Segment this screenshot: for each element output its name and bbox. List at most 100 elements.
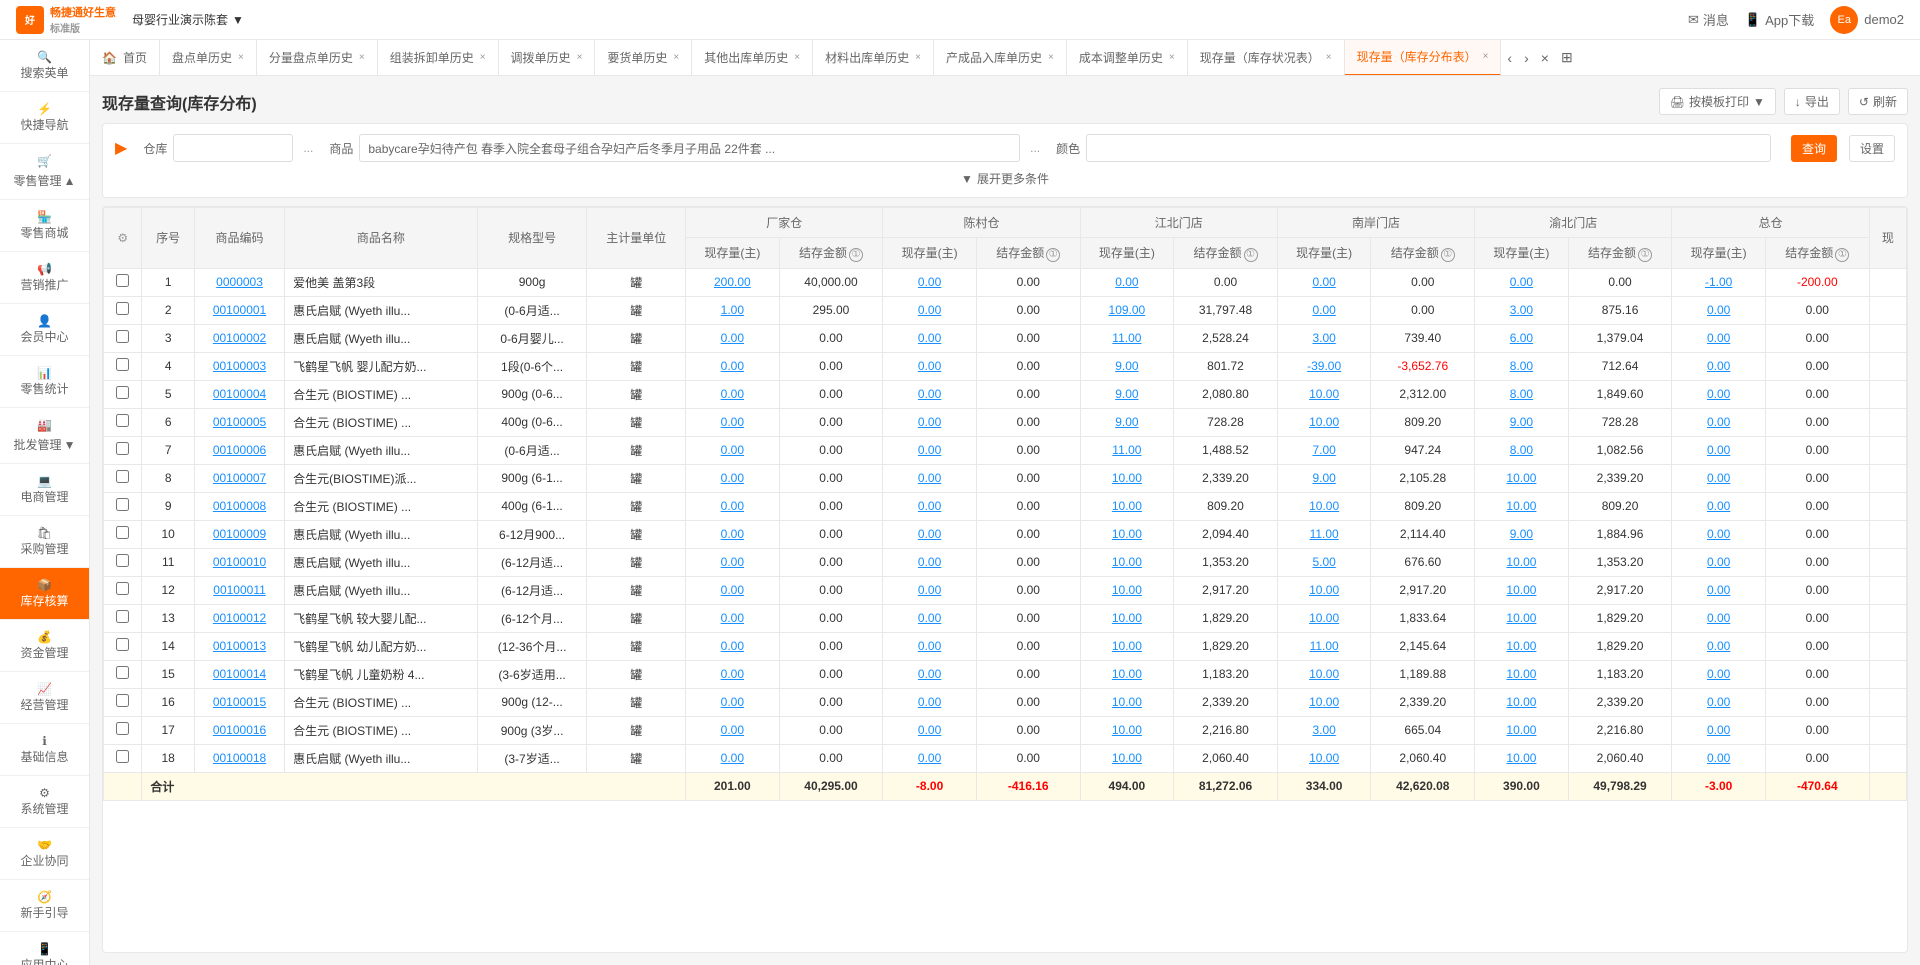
row-spec: (6-12个月... (477, 604, 587, 632)
sidebar-item-search[interactable]: 🔍 搜索英单 (0, 40, 89, 92)
row-checkbox[interactable] (104, 716, 142, 744)
sidebar-item-enterprise[interactable]: 🤝 企业协同 (0, 828, 89, 880)
page-actions: 🖨 按模板打印 ▼ ↓ 导出 ↺ 刷新 (1659, 88, 1908, 115)
query-btn[interactable]: 查询 (1791, 135, 1837, 162)
row-name: 飞鹤星飞帆 婴儿配方奶... (285, 352, 478, 380)
row-nanan-qty: 5.00 (1277, 548, 1371, 576)
warehouse-more-btn[interactable]: ... (303, 141, 313, 155)
sidebar-item-marketing[interactable]: 📢 营销推广 (0, 252, 89, 304)
sidebar-item-member[interactable]: 👤 会员中心 (0, 304, 89, 356)
close-icon[interactable]: × (794, 52, 800, 63)
close-icon[interactable]: × (359, 52, 365, 63)
sidebar-item-ecommerce[interactable]: 💻 电商管理 (0, 464, 89, 516)
row-checkbox[interactable] (104, 464, 142, 492)
print-btn[interactable]: 🖨 按模板打印 ▼ (1659, 88, 1776, 115)
tab-stock-dist[interactable]: 现存量（库存分布表） × (1345, 40, 1502, 76)
sidebar-item-guide[interactable]: 🧭 新手引导 (0, 880, 89, 932)
row-checkbox[interactable] (104, 408, 142, 436)
tab-cost-adj[interactable]: 成本调整单历史 × (1067, 40, 1188, 76)
info-icon[interactable]: ① (1441, 248, 1455, 262)
row-checkbox[interactable] (104, 492, 142, 520)
expand-more-btn[interactable]: ▼ 展开更多条件 (961, 170, 1049, 187)
gear-icon[interactable]: ⚙ (117, 231, 128, 245)
close-icon[interactable]: × (915, 52, 921, 63)
info-icon[interactable]: ① (849, 248, 863, 262)
sidebar-item-purchase[interactable]: 🛍 采购管理 (0, 516, 89, 568)
purchase-icon: 🛍 (8, 526, 81, 540)
close-icon[interactable]: × (480, 52, 486, 63)
tab-inventory-count[interactable]: 盘点单历史 × (160, 40, 257, 76)
warehouse-input[interactable] (173, 134, 293, 162)
sidebar-item-retail[interactable]: 🛒 零售管理 ▲ (0, 144, 89, 200)
tab-purchase-order[interactable]: 要货单历史 × (595, 40, 692, 76)
row-checkbox[interactable] (104, 436, 142, 464)
product-input[interactable] (359, 134, 1020, 162)
close-icon[interactable]: × (238, 52, 244, 63)
user-area[interactable]: Ea demo2 (1830, 6, 1904, 34)
tab-transfer[interactable]: 调拨单历史 × (499, 40, 596, 76)
close-icon[interactable]: × (1326, 52, 1332, 63)
ecommerce-icon: 💻 (8, 474, 81, 488)
logo-text: 畅捷通好生意 标准版 (50, 4, 116, 35)
info-icon[interactable]: ① (1835, 248, 1849, 262)
refresh-btn[interactable]: ↺ 刷新 (1848, 88, 1908, 115)
sidebar-item-operations[interactable]: 📈 经营管理 (0, 672, 89, 724)
row-checkbox[interactable] (104, 352, 142, 380)
sidebar-item-mall[interactable]: 🏪 零售商城 (0, 200, 89, 252)
tab-home[interactable]: 🏠 首页 (90, 40, 160, 76)
tab-material-out[interactable]: 材料出库单历史 × (813, 40, 934, 76)
row-checkbox[interactable] (104, 632, 142, 660)
tab-close-all-btn[interactable]: × (1535, 50, 1555, 66)
table-scroll[interactable]: ⚙ 序号 商品编码 商品名称 规格型号 主计量单位 厂家仓 陈村仓 江北门店 南… (103, 207, 1907, 952)
tab-stock-status[interactable]: 现存量（库存状况表） × (1188, 40, 1345, 76)
row-checkbox[interactable] (104, 296, 142, 324)
info-icon[interactable]: ① (1244, 248, 1258, 262)
row-unit: 罐 (587, 744, 686, 772)
row-jiangbei-qty: 9.00 (1080, 352, 1174, 380)
close-icon[interactable]: × (673, 52, 679, 63)
row-checkbox[interactable] (104, 604, 142, 632)
row-checkbox[interactable] (104, 660, 142, 688)
export-btn[interactable]: ↓ 导出 (1784, 88, 1840, 115)
info-icon[interactable]: ① (1046, 248, 1060, 262)
row-checkbox[interactable] (104, 576, 142, 604)
row-checkbox[interactable] (104, 744, 142, 772)
sidebar-item-appstore[interactable]: 📱 应用中心 (0, 932, 89, 965)
close-icon[interactable]: × (1169, 52, 1175, 63)
message-btn[interactable]: ✉ 消息 (1688, 10, 1729, 29)
color-input[interactable] (1086, 134, 1771, 162)
sidebar-item-system[interactable]: ⚙ 系统管理 (0, 776, 89, 828)
row-checkbox[interactable] (104, 688, 142, 716)
row-checkbox[interactable] (104, 380, 142, 408)
row-checkbox[interactable] (104, 324, 142, 352)
chevron-down-icon: ▼ (232, 13, 244, 27)
settings-btn[interactable]: 设置 (1849, 135, 1895, 162)
sidebar-item-retail-stats[interactable]: 📊 零售统计 (0, 356, 89, 408)
tab-sub-inventory[interactable]: 分量盘点单历史 × (257, 40, 378, 76)
app-download-btn[interactable]: 📱 App下载 (1745, 10, 1814, 29)
tab-next-btn[interactable]: › (1518, 50, 1535, 66)
expand-arrow[interactable]: ▶ (115, 138, 127, 158)
sidebar-item-wholesale[interactable]: 🏭 批发管理 ▼ (0, 408, 89, 464)
tab-product-in[interactable]: 产成品入库单历史 × (934, 40, 1067, 76)
col-gear[interactable]: ⚙ (104, 208, 142, 269)
sidebar-item-basics[interactable]: ℹ 基础信息 (0, 724, 89, 776)
sidebar-item-inventory[interactable]: 📦 库存核算 (0, 568, 89, 620)
product-more-btn[interactable]: ... (1030, 141, 1040, 155)
info-icon[interactable]: ① (1638, 248, 1652, 262)
row-checkbox[interactable] (104, 268, 142, 296)
company-selector[interactable]: 母婴行业演示陈套 ▼ (132, 11, 244, 28)
row-spec: (6-12月适... (477, 548, 587, 576)
row-checkbox[interactable] (104, 548, 142, 576)
tab-expand-btn[interactable]: ⊞ (1555, 49, 1579, 66)
close-icon[interactable]: × (1483, 51, 1489, 62)
row-checkbox[interactable] (104, 520, 142, 548)
sidebar-item-nav[interactable]: ⚡ 快捷导航 (0, 92, 89, 144)
row-unit: 罐 (587, 268, 686, 296)
tab-assembly[interactable]: 组装拆卸单历史 × (378, 40, 499, 76)
close-icon[interactable]: × (1048, 52, 1054, 63)
tab-prev-btn[interactable]: ‹ (1501, 50, 1518, 66)
tab-other-out[interactable]: 其他出库单历史 × (692, 40, 813, 76)
close-icon[interactable]: × (577, 52, 583, 63)
sidebar-item-finance[interactable]: 💰 资金管理 (0, 620, 89, 672)
